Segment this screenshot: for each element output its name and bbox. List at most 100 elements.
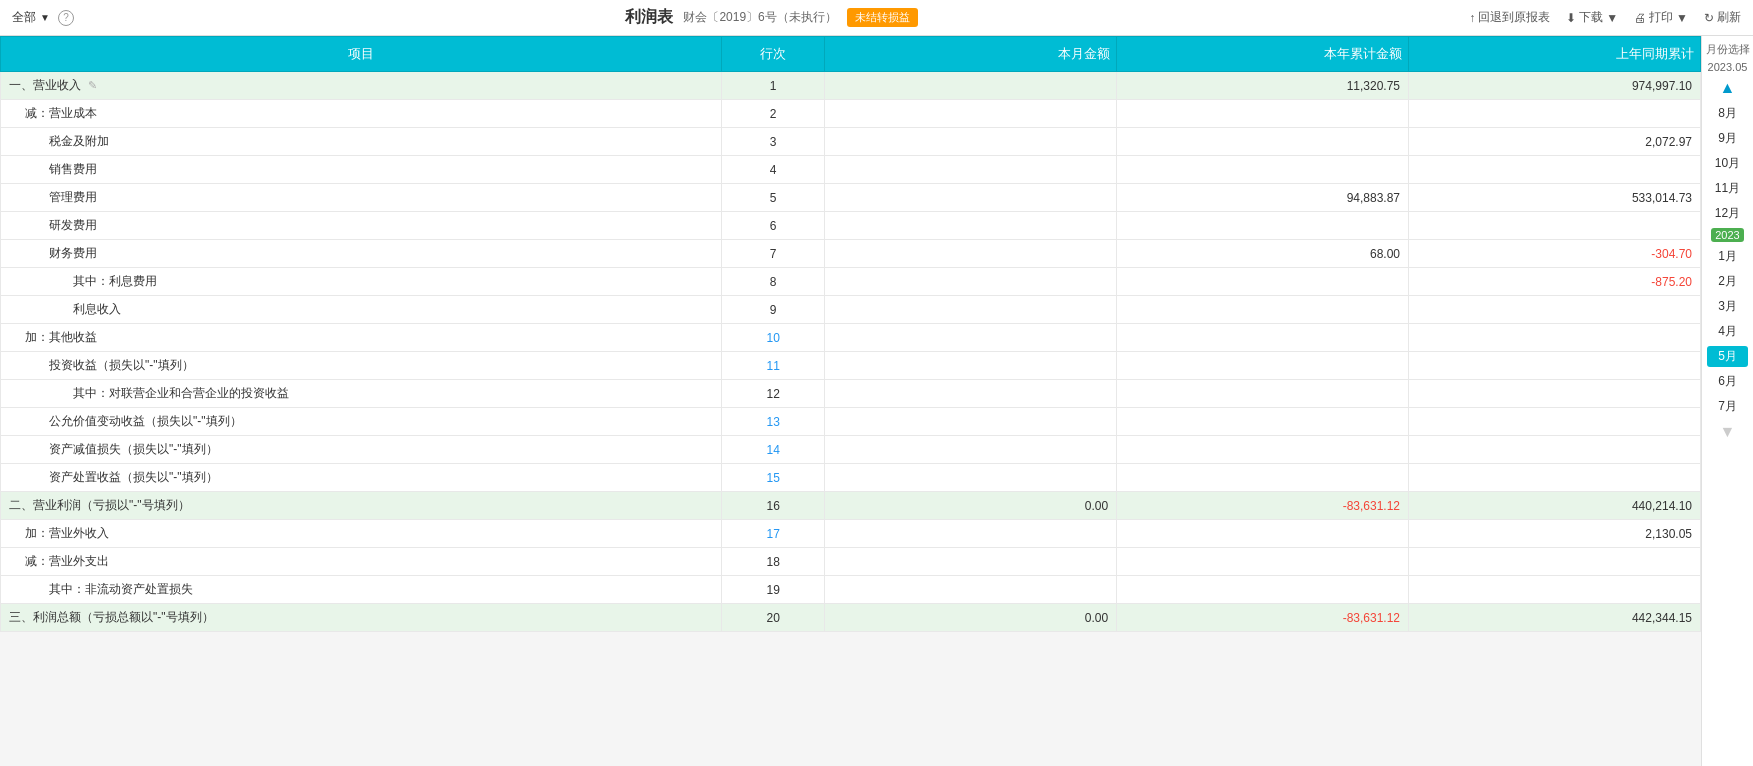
content-area: 项目 行次 本月金额 本年累计金额 上年同期累计 一、营业收入 ✎111,320… bbox=[0, 36, 1701, 766]
table-row: 其中：非流动资产处置损失19 bbox=[1, 576, 1701, 604]
sidebar-up-btn[interactable]: ▲ bbox=[1716, 75, 1740, 101]
cell-year-amount bbox=[1117, 380, 1409, 408]
cell-prev-amount bbox=[1409, 296, 1701, 324]
cell-prev-amount: 440,214.10 bbox=[1409, 492, 1701, 520]
col-header-prev: 上年同期累计 bbox=[1409, 37, 1701, 72]
status-badge: 未结转损益 bbox=[847, 8, 918, 27]
cell-prev-amount bbox=[1409, 324, 1701, 352]
cell-month-amount bbox=[825, 520, 1117, 548]
cell-month-amount bbox=[825, 548, 1117, 576]
cell-month-amount bbox=[825, 72, 1117, 100]
back-btn[interactable]: ↑ 回退到原报表 bbox=[1469, 9, 1550, 26]
print-icon: 🖨 bbox=[1634, 11, 1646, 25]
cell-row-num: 19 bbox=[722, 576, 825, 604]
page-title: 利润表 bbox=[625, 7, 673, 28]
cell-row-num: 17 bbox=[722, 520, 825, 548]
cell-year-amount bbox=[1117, 212, 1409, 240]
cell-prev-amount: 974,997.10 bbox=[1409, 72, 1701, 100]
cell-row-num: 11 bbox=[722, 352, 825, 380]
cell-month-amount bbox=[825, 324, 1117, 352]
cell-prev-amount: 442,344.15 bbox=[1409, 604, 1701, 632]
scope-label: 全部 bbox=[12, 9, 36, 26]
page-subtitle: 财会〔2019〕6号（未执行） bbox=[683, 9, 836, 26]
cell-item: 减：营业成本 bbox=[1, 100, 722, 128]
cell-row-num: 12 bbox=[722, 380, 825, 408]
scope-arrow-icon: ▼ bbox=[40, 12, 50, 23]
cell-year-amount bbox=[1117, 576, 1409, 604]
cell-item: 减：营业外支出 bbox=[1, 548, 722, 576]
cell-prev-amount bbox=[1409, 212, 1701, 240]
table-row: 财务费用768.00-304.70 bbox=[1, 240, 1701, 268]
cell-year-amount bbox=[1117, 436, 1409, 464]
sidebar-month-5-active[interactable]: 5月 bbox=[1707, 346, 1748, 367]
sidebar-month-4[interactable]: 4月 bbox=[1702, 319, 1753, 344]
cell-year-amount bbox=[1117, 156, 1409, 184]
cell-month-amount bbox=[825, 100, 1117, 128]
table-row: 投资收益（损失以"-"填列）11 bbox=[1, 352, 1701, 380]
refresh-btn[interactable]: ↻ 刷新 bbox=[1704, 9, 1741, 26]
table-row: 一、营业收入 ✎111,320.75974,997.10 bbox=[1, 72, 1701, 100]
cell-year-amount bbox=[1117, 296, 1409, 324]
cell-month-amount: 0.00 bbox=[825, 492, 1117, 520]
cell-year-amount bbox=[1117, 128, 1409, 156]
cell-year-amount bbox=[1117, 324, 1409, 352]
download-icon: ⬇ bbox=[1566, 11, 1576, 25]
cell-row-num: 20 bbox=[722, 604, 825, 632]
cell-row-num: 16 bbox=[722, 492, 825, 520]
cell-prev-amount: 2,130.05 bbox=[1409, 520, 1701, 548]
cell-year-amount bbox=[1117, 268, 1409, 296]
sidebar-month-8[interactable]: 8月 bbox=[1702, 101, 1753, 126]
cell-prev-amount: -304.70 bbox=[1409, 240, 1701, 268]
cell-month-amount bbox=[825, 156, 1117, 184]
cell-month-amount bbox=[825, 464, 1117, 492]
cell-item: 一、营业收入 ✎ bbox=[1, 72, 722, 100]
sidebar-month-1[interactable]: 1月 bbox=[1702, 244, 1753, 269]
sidebar-month-3[interactable]: 3月 bbox=[1702, 294, 1753, 319]
cell-item: 资产处置收益（损失以"-"填列） bbox=[1, 464, 722, 492]
cell-prev-amount bbox=[1409, 408, 1701, 436]
sidebar-month-9[interactable]: 9月 bbox=[1702, 126, 1753, 151]
cell-month-amount bbox=[825, 184, 1117, 212]
cell-year-amount: 94,883.87 bbox=[1117, 184, 1409, 212]
sidebar-down-btn[interactable]: ▼ bbox=[1716, 419, 1740, 445]
cell-row-num: 7 bbox=[722, 240, 825, 268]
edit-icon[interactable]: ✎ bbox=[85, 79, 97, 91]
table-row: 减：营业成本2 bbox=[1, 100, 1701, 128]
table-row: 二、营业利润（亏损以"-"号填列）160.00-83,631.12440,214… bbox=[1, 492, 1701, 520]
col-header-item: 项目 bbox=[1, 37, 722, 72]
cell-row-num: 13 bbox=[722, 408, 825, 436]
scope-selector[interactable]: 全部 ▼ bbox=[12, 9, 50, 26]
table-row: 税金及附加32,072.97 bbox=[1, 128, 1701, 156]
cell-year-amount bbox=[1117, 408, 1409, 436]
sidebar-year-display: 2023.05 bbox=[1708, 59, 1748, 75]
cell-month-amount bbox=[825, 380, 1117, 408]
print-btn[interactable]: 🖨 打印 ▼ bbox=[1634, 9, 1688, 26]
top-bar-left: 全部 ▼ ? bbox=[12, 9, 74, 26]
sidebar-month-10[interactable]: 10月 bbox=[1702, 151, 1753, 176]
cell-item: 销售费用 bbox=[1, 156, 722, 184]
sidebar-month-12[interactable]: 12月 bbox=[1702, 201, 1753, 226]
title-area: 利润表 财会〔2019〕6号（未执行） 未结转损益 bbox=[625, 7, 917, 28]
top-bar: 全部 ▼ ? 利润表 财会〔2019〕6号（未执行） 未结转损益 ↑ 回退到原报… bbox=[0, 0, 1753, 36]
sidebar-month-11[interactable]: 11月 bbox=[1702, 176, 1753, 201]
cell-month-amount bbox=[825, 436, 1117, 464]
cell-item: 加：其他收益 bbox=[1, 324, 722, 352]
cell-item: 其中：利息费用 bbox=[1, 268, 722, 296]
sidebar-month-6[interactable]: 6月 bbox=[1702, 369, 1753, 394]
sidebar-month-7[interactable]: 7月 bbox=[1702, 394, 1753, 419]
download-btn[interactable]: ⬇ 下载 ▼ bbox=[1566, 9, 1618, 26]
sidebar-year-badge[interactable]: 2023 bbox=[1711, 228, 1743, 242]
table-row: 研发费用6 bbox=[1, 212, 1701, 240]
table-row: 管理费用594,883.87533,014.73 bbox=[1, 184, 1701, 212]
cell-item: 管理费用 bbox=[1, 184, 722, 212]
cell-year-amount: 68.00 bbox=[1117, 240, 1409, 268]
cell-month-amount: 0.00 bbox=[825, 604, 1117, 632]
cell-row-num: 15 bbox=[722, 464, 825, 492]
table-row: 资产减值损失（损失以"-"填列）14 bbox=[1, 436, 1701, 464]
help-icon[interactable]: ? bbox=[58, 10, 74, 26]
cell-item: 其中：对联营企业和合营企业的投资收益 bbox=[1, 380, 722, 408]
table-row: 加：其他收益10 bbox=[1, 324, 1701, 352]
cell-item: 二、营业利润（亏损以"-"号填列） bbox=[1, 492, 722, 520]
sidebar-month-2[interactable]: 2月 bbox=[1702, 269, 1753, 294]
download-arrow-icon: ▼ bbox=[1606, 11, 1618, 25]
